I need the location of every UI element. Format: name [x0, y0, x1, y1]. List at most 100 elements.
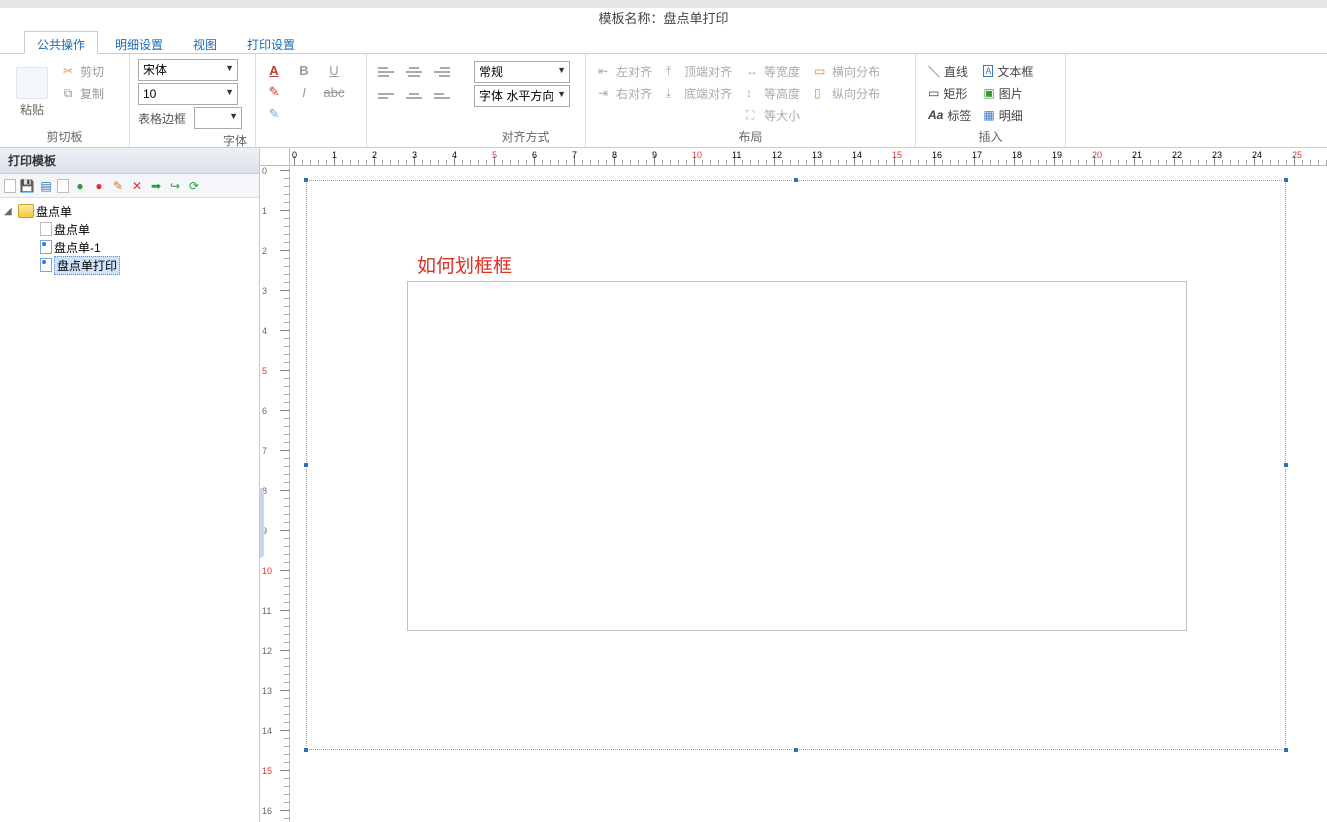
vertical-ruler: 012345678910111213141516: [260, 166, 290, 822]
ribbon-label-insert: 插入: [924, 126, 1057, 147]
selection-handle[interactable]: [1283, 747, 1289, 753]
align-right-lyt-icon: ⇥: [598, 86, 612, 100]
cut-icon: ✂: [60, 63, 76, 79]
text-direction-select[interactable]: 字体 水平方向: [474, 85, 570, 107]
insert-detail-button[interactable]: ▦明细: [979, 104, 1037, 126]
bold-icon[interactable]: B: [294, 60, 314, 80]
selection-handle[interactable]: [303, 177, 309, 183]
cut-button[interactable]: ✂剪切: [58, 60, 106, 82]
title-prefix: 模板名称：: [598, 11, 663, 26]
font-size-select[interactable]: 10: [138, 83, 238, 105]
line-icon: ＼: [928, 63, 940, 80]
align-left-lyt-icon: ⇤: [598, 64, 612, 78]
ribbon-group-clipboard: 粘贴 ✂剪切 ⧉复制 剪切板: [0, 54, 130, 147]
ribbon-group-insert: ＼直线 ▭矩形 Aa标签 A文本框 ▣图片 ▦明细 插入: [916, 54, 1066, 147]
tree-root[interactable]: ◢ 盘点单: [2, 202, 257, 220]
selection-handle[interactable]: [303, 747, 309, 753]
template-tree: ◢ 盘点单 盘点单 盘点单-1 盘点单打印: [0, 198, 259, 278]
title-bar: 模板名称：盘点单打印: [0, 0, 1327, 30]
selection-handle[interactable]: [303, 462, 309, 468]
new-doc-icon[interactable]: [57, 179, 69, 193]
equal-size-button: ⛶等大小: [742, 104, 804, 126]
equal-height-button: ↕等高度: [742, 82, 804, 104]
tree-item-0[interactable]: 盘点单: [2, 220, 257, 238]
saveall-icon[interactable]: ▤: [38, 178, 54, 194]
import-icon[interactable]: ➡: [148, 178, 164, 194]
insert-textbox-button[interactable]: A文本框: [979, 60, 1037, 82]
clear-format-icon[interactable]: ✎: [264, 104, 284, 124]
text-style-select[interactable]: 常规: [474, 61, 570, 83]
align-bottom-lyt-icon: ⤓: [666, 86, 680, 100]
align-top-button: ⤒顶端对齐: [662, 60, 736, 82]
paste-icon: [16, 67, 48, 99]
export-icon[interactable]: ↪: [167, 178, 183, 194]
tab-detail-settings[interactable]: 明细设置: [102, 31, 176, 54]
save-icon[interactable]: 💾: [19, 178, 35, 194]
tab-view[interactable]: 视图: [180, 31, 230, 54]
strike-icon[interactable]: abc: [324, 82, 344, 102]
eq-height-icon: ↕: [746, 86, 760, 100]
insert-label-button[interactable]: Aa标签: [924, 104, 975, 126]
valign-bottom-icon[interactable]: [431, 86, 453, 106]
page[interactable]: 如何划框框: [306, 180, 1286, 750]
tree-toggle-icon[interactable]: ◢: [4, 206, 16, 217]
ribbon-group-font: 宋体 10 表格边框 字体: [130, 54, 256, 147]
ribbon-label-align: 对齐方式: [474, 126, 577, 147]
copy-button[interactable]: ⧉复制: [58, 82, 106, 104]
rect-icon: ▭: [928, 86, 939, 100]
copy-icon: ⧉: [60, 85, 76, 101]
tab-common[interactable]: 公共操作: [24, 31, 98, 54]
tree-item-1[interactable]: 盘点单-1: [2, 238, 257, 256]
valign-middle-icon[interactable]: [403, 86, 425, 106]
new-icon[interactable]: [4, 179, 16, 193]
align-center-icon[interactable]: [403, 62, 425, 82]
ruler-corner: [260, 148, 290, 166]
align-right-icon[interactable]: [431, 62, 453, 82]
ribbon-group-fontfmt: A B U ✎ I abc ✎: [256, 54, 366, 147]
font-family-select[interactable]: 宋体: [138, 59, 238, 81]
edit-icon[interactable]: ✎: [110, 178, 126, 194]
ribbon-group-layout: ⇤左对齐 ⇥右对齐 ⤒顶端对齐 ⤓底端对齐 ↔等宽度 ↕等高度 ⛶等大小 ▭横向…: [586, 54, 916, 147]
paste-button[interactable]: 粘贴: [8, 58, 56, 126]
font-color-icon[interactable]: A: [264, 60, 284, 80]
insert-rect-button[interactable]: ▭矩形: [924, 82, 975, 104]
italic-icon[interactable]: I: [294, 82, 314, 102]
align-left-icon[interactable]: [375, 62, 397, 82]
inner-rectangle[interactable]: [407, 281, 1187, 631]
check-green-icon[interactable]: ●: [72, 178, 88, 194]
insert-line-button[interactable]: ＼直线: [924, 60, 975, 82]
sidebar-title: 打印模板: [0, 148, 259, 174]
page-area[interactable]: 如何划框框: [294, 170, 1323, 818]
tab-print-settings[interactable]: 打印设置: [234, 31, 308, 54]
selection-handle[interactable]: [1283, 462, 1289, 468]
table-border-select[interactable]: [194, 107, 242, 129]
v-distribute-button: ▯纵向分布: [810, 82, 884, 104]
equal-width-button: ↔等宽度: [742, 60, 804, 82]
ribbon-tabs: 公共操作 明细设置 视图 打印设置: [0, 30, 1327, 54]
sidebar-toolbar: 💾 ▤ ● ● ✎ ✕ ➡ ↪ ⟳: [0, 174, 259, 198]
ribbon: 粘贴 ✂剪切 ⧉复制 剪切板 宋体 10 表格边框 字体: [0, 54, 1327, 148]
textbox-icon: A: [983, 65, 993, 77]
detail-icon: ▦: [983, 108, 994, 122]
image-icon: ▣: [983, 86, 994, 100]
main-area: 打印模板 💾 ▤ ● ● ✎ ✕ ➡ ↪ ⟳ ◢ 盘点单 盘点单: [0, 148, 1327, 822]
highlight-icon[interactable]: ✎: [264, 82, 284, 102]
check-red-icon[interactable]: ●: [91, 178, 107, 194]
ribbon-group-alignicons: [366, 54, 466, 147]
valign-top-icon[interactable]: [375, 86, 397, 106]
underline-icon[interactable]: U: [324, 60, 344, 80]
insert-image-button[interactable]: ▣图片: [979, 82, 1037, 104]
align-top-lyt-icon: ⤒: [666, 64, 680, 78]
h-dist-icon: ▭: [814, 64, 828, 78]
selection-handle[interactable]: [793, 177, 799, 183]
tree-item-2[interactable]: 盘点单打印: [2, 256, 257, 274]
refresh-icon[interactable]: ⟳: [186, 178, 202, 194]
selection-handle[interactable]: [793, 747, 799, 753]
folder-icon: [18, 204, 34, 218]
selection-handle[interactable]: [1283, 177, 1289, 183]
h-distribute-button: ▭横向分布: [810, 60, 884, 82]
annotation-text: 如何划框框: [417, 251, 512, 278]
align-right-button: ⇥右对齐: [594, 82, 656, 104]
delete-icon[interactable]: ✕: [129, 178, 145, 194]
splitter-handle[interactable]: [260, 488, 264, 558]
